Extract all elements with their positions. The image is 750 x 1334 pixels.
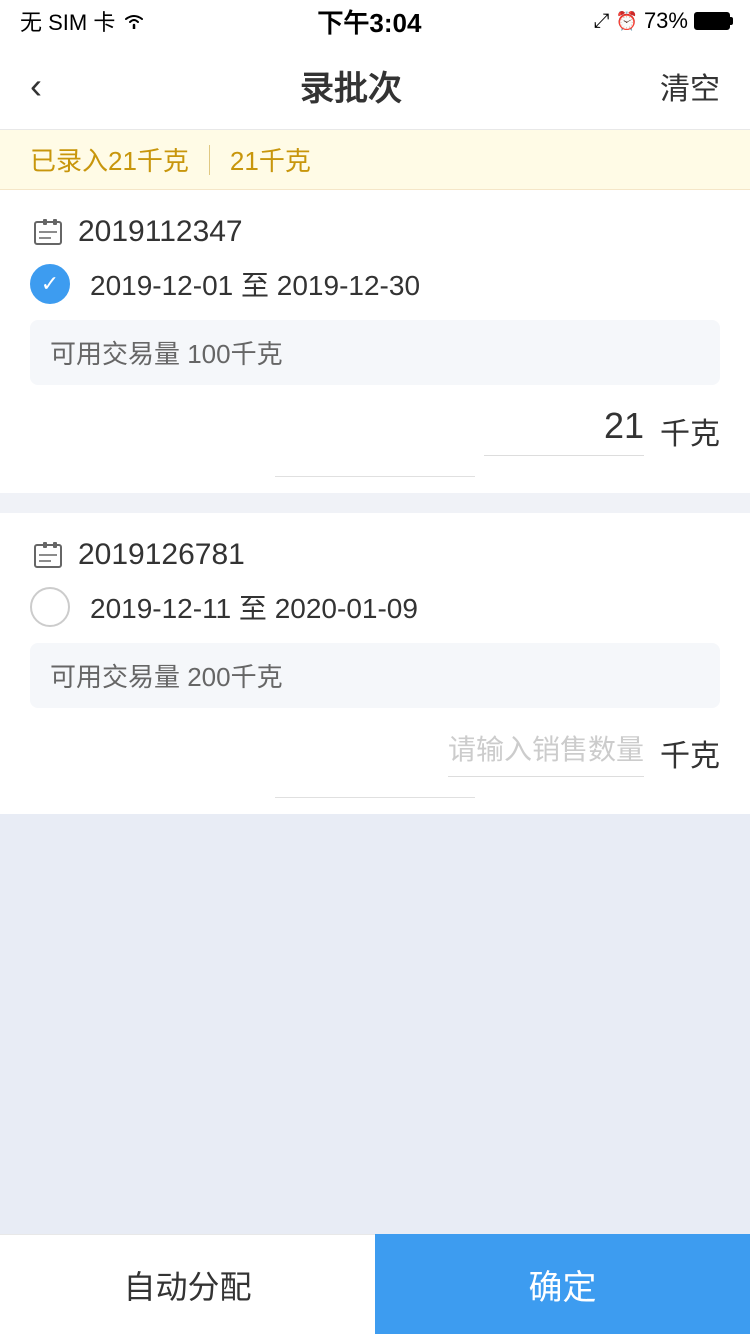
main-content: 已录入21千克 21千克 2019112347 2 [0,130,750,1274]
status-right: ⤢ ⏰ 73% [594,8,730,34]
batch-1-icon [30,214,66,250]
batch-1-quantity-value[interactable]: 21 [604,405,644,447]
nav-bar: ‹ 录批次 清空 [0,42,750,130]
batch-2-spacer [0,798,750,814]
batch-item-2: 2019126781 2019-12-11 至 2020-01-09 可用交易量… [0,513,750,708]
batch-1-available: 可用交易量 100千克 [30,320,720,385]
batch-1-radio[interactable] [30,264,70,304]
section-divider [0,493,750,513]
info-banner: 已录入21千克 21千克 [0,130,750,190]
batch-item-1: 2019112347 2019-12-01 至 2019-12-30 可用交易量… [0,190,750,385]
auto-distribute-label: 自动分配 [123,1262,251,1308]
batch-2-quantity-row: 请输入销售数量 千克 [0,708,750,797]
no-sim-text: 无 SIM 卡 [20,5,115,37]
wifi-icon [123,13,145,29]
batch-2-header: 2019126781 [30,537,720,573]
batch-2-id: 2019126781 [78,538,245,572]
batch-section-2: 2019126781 2019-12-11 至 2020-01-09 可用交易量… [0,513,750,814]
batch-1-header: 2019112347 [30,214,720,250]
batch-1-date-row: 2019-12-01 至 2019-12-30 [30,264,720,304]
batch-1-input-wrapper: 21 [484,405,644,456]
confirm-label: 确定 [529,1260,597,1309]
status-bar: 无 SIM 卡 下午3:04 ⤢ ⏰ 73% [0,0,750,42]
location-icon: ⤢ [594,10,610,33]
batch-2-unit: 千克 [660,731,720,775]
battery-icon [694,12,730,30]
status-time: 下午3:04 [317,3,421,40]
batch-2-icon [30,537,66,573]
battery-percent: 73% [644,8,688,34]
banner-divider [209,145,210,175]
batch-1-available-text: 可用交易量 100千克 [50,339,283,369]
recorded-amount-value: 21千克 [230,141,311,178]
bottom-bar: 自动分配 确定 [0,1234,750,1334]
back-button[interactable]: ‹ [30,65,42,107]
batch-1-date: 2019-12-01 至 2019-12-30 [90,264,420,304]
batch-2-input-wrapper: 请输入销售数量 [448,728,644,777]
page-title: 录批次 [300,61,402,110]
batch-1-id: 2019112347 [78,215,243,249]
batch-section-1: 2019112347 2019-12-01 至 2019-12-30 可用交易量… [0,190,750,493]
batch-2-date-row: 2019-12-11 至 2020-01-09 [30,587,720,627]
batch-2-available: 可用交易量 200千克 [30,643,720,708]
clear-button[interactable]: 清空 [660,64,720,108]
empty-area [0,814,750,1274]
alarm-icon: ⏰ [616,11,638,32]
batch-2-available-text: 可用交易量 200千克 [50,662,283,692]
batch-2-quantity-placeholder[interactable]: 请输入销售数量 [448,728,644,768]
batch-2-date: 2019-12-11 至 2020-01-09 [90,587,418,627]
batch-1-spacer [0,477,750,493]
batch-1-quantity-row: 21 千克 [0,385,750,476]
recorded-amount-label: 已录入21千克 [30,141,189,178]
auto-distribute-button[interactable]: 自动分配 [0,1234,375,1334]
status-left: 无 SIM 卡 [20,5,145,37]
confirm-button[interactable]: 确定 [375,1234,750,1334]
batch-2-radio[interactable] [30,587,70,627]
batch-1-unit: 千克 [660,409,720,453]
